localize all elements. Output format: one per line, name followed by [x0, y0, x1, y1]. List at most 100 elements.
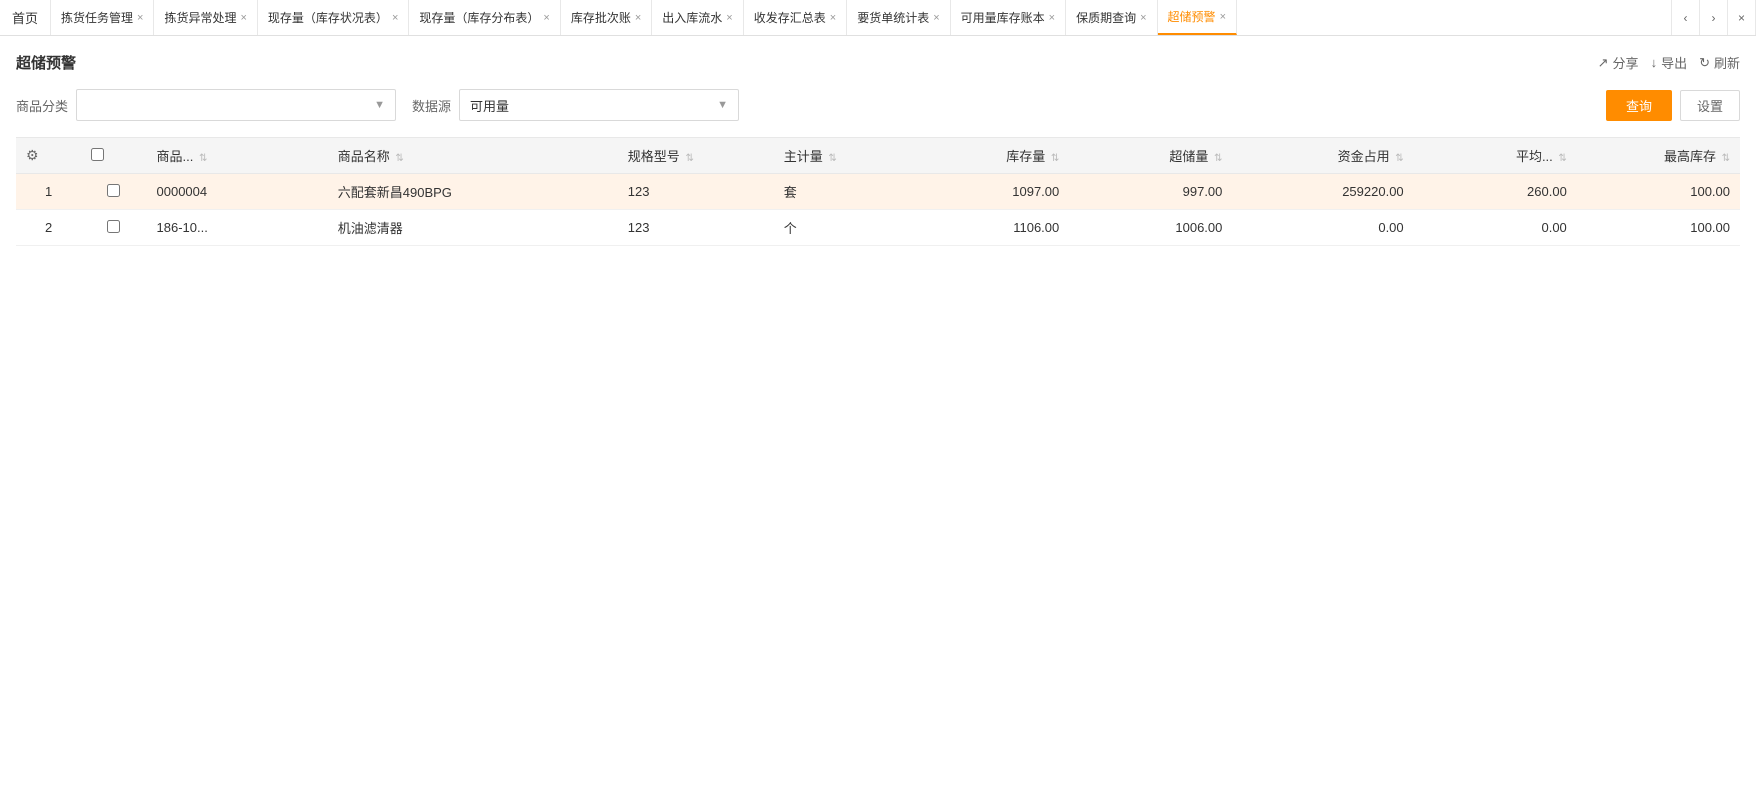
tab-label: 拣货任务管理 — [61, 9, 133, 26]
share-label: 分享 — [1613, 53, 1639, 72]
export-label: 导出 — [1661, 53, 1687, 72]
table-header-row: ⚙ 商品... ⇅ 商品名称 ⇅ 规格型号 ⇅ 主计量 — [16, 138, 1740, 174]
row-name: 机油滤清器 — [328, 210, 618, 246]
chevron-down-icon: ▼ — [374, 99, 385, 111]
col-over-label: 超储量 — [1169, 149, 1208, 164]
col-check-header — [81, 138, 146, 174]
col-avg-sort[interactable]: ⇅ — [1558, 153, 1566, 164]
row-maxstock: 100.00 — [1577, 174, 1740, 210]
col-unit-label: 主计量 — [784, 149, 823, 164]
row-over: 1006.00 — [1069, 210, 1232, 246]
close-tab-icon[interactable]: × — [543, 12, 549, 24]
data-source-select[interactable]: 可用量 ▼ — [459, 89, 739, 121]
row-avg: 0.00 — [1414, 210, 1577, 246]
nav-next-button[interactable]: › — [1700, 0, 1728, 35]
close-tab-icon[interactable]: × — [392, 12, 398, 24]
col-over-header: 超储量 ⇅ — [1069, 138, 1232, 174]
tab-label: 拣货异常处理 — [164, 9, 236, 26]
col-settings-header: ⚙ — [16, 138, 81, 174]
tab-label: 可用量库存账本 — [961, 9, 1045, 26]
col-stock-header: 库存量 ⇅ — [906, 138, 1069, 174]
tab-label: 超储预警 — [1168, 8, 1216, 25]
col-code-sort[interactable]: ⇅ — [199, 153, 207, 164]
col-capital-sort[interactable]: ⇅ — [1395, 153, 1403, 164]
tab-label: 现存量（库存状况表） — [268, 9, 388, 26]
row-code: 0000004 — [147, 174, 328, 210]
topbar-tab[interactable]: 拣货任务管理 × — [51, 0, 154, 35]
commodity-category-select[interactable]: ▼ — [76, 89, 396, 121]
data-table: ⚙ 商品... ⇅ 商品名称 ⇅ 规格型号 ⇅ 主计量 — [16, 137, 1740, 246]
topbar-tab[interactable]: 现存量（库存状况表） × — [258, 0, 409, 35]
topbar: 首页 拣货任务管理×拣货异常处理×现存量（库存状况表）×现存量（库存分布表）×库… — [0, 0, 1756, 36]
row-stock: 1106.00 — [906, 210, 1069, 246]
refresh-button[interactable]: ↻ 刷新 — [1699, 53, 1740, 72]
share-icon: ↗ — [1598, 55, 1609, 71]
col-name-label: 商品名称 — [338, 149, 390, 164]
col-spec-sort[interactable]: ⇅ — [685, 153, 693, 164]
topbar-tab[interactable]: 收发存汇总表× — [744, 0, 847, 35]
close-tab-icon[interactable]: × — [1140, 12, 1146, 24]
gear-icon[interactable]: ⚙ — [26, 147, 39, 163]
tab-label: 现存量（库存分布表） — [419, 9, 539, 26]
refresh-label: 刷新 — [1714, 53, 1740, 72]
col-code-header: 商品... ⇅ — [147, 138, 328, 174]
topbar-tab[interactable]: 拣货异常处理 × — [154, 0, 257, 35]
col-capital-label: 资金占用 — [1338, 149, 1390, 164]
col-name-sort[interactable]: ⇅ — [395, 153, 403, 164]
home-tab[interactable]: 首页 — [0, 0, 51, 35]
close-tab-icon[interactable]: × — [726, 12, 732, 24]
chevron-down-icon-2: ▼ — [717, 99, 728, 111]
table-row: 1 0000004 六配套新昌490BPG 123 套 1097.00 997.… — [16, 174, 1740, 210]
col-name-header: 商品名称 ⇅ — [328, 138, 618, 174]
topbar-tab[interactable]: 现存量（库存分布表） × — [409, 0, 560, 35]
filter-area: 商品分类 ▼ 数据源 可用量 ▼ 查询 设置 — [16, 89, 1740, 121]
close-tab-icon[interactable]: × — [635, 12, 641, 24]
col-maxstock-sort[interactable]: ⇅ — [1722, 153, 1730, 164]
share-button[interactable]: ↗ 分享 — [1598, 53, 1639, 72]
close-tab-icon[interactable]: × — [830, 12, 836, 24]
export-icon: ↓ — [1651, 55, 1658, 70]
nav-close-button[interactable]: × — [1728, 0, 1756, 35]
page-header: 超储预警 ↗ 分享 ↓ 导出 ↻ 刷新 — [16, 52, 1740, 73]
filter-buttons: 查询 设置 — [1606, 90, 1740, 121]
row-capital: 259220.00 — [1232, 174, 1413, 210]
col-unit-sort[interactable]: ⇅ — [828, 153, 836, 164]
col-over-sort[interactable]: ⇅ — [1214, 153, 1222, 164]
select-all-checkbox[interactable] — [91, 148, 104, 161]
nav-arrows: ‹ › × — [1671, 0, 1756, 35]
topbar-tab[interactable]: 可用量库存账本 × — [951, 0, 1066, 35]
col-code-label: 商品... — [157, 149, 194, 164]
row-unit: 套 — [774, 174, 906, 210]
refresh-icon: ↻ — [1699, 55, 1710, 71]
topbar-tab[interactable]: 超储预警 × — [1158, 0, 1237, 35]
main-content: 超储预警 ↗ 分享 ↓ 导出 ↻ 刷新 商品分类 ▼ 数据源 — [0, 36, 1756, 800]
col-maxstock-header: 最高库存 ⇅ — [1577, 138, 1740, 174]
col-stock-sort[interactable]: ⇅ — [1051, 153, 1059, 164]
close-tab-icon[interactable]: × — [240, 12, 246, 24]
nav-prev-button[interactable]: ‹ — [1672, 0, 1700, 35]
tab-label: 出入库流水 — [662, 9, 722, 26]
query-button[interactable]: 查询 — [1606, 90, 1672, 121]
topbar-tab[interactable]: 要货单统计表 × — [847, 0, 950, 35]
topbar-tab[interactable]: 保质期查询× — [1066, 0, 1157, 35]
close-tab-icon[interactable]: × — [1049, 12, 1055, 24]
close-tab-icon[interactable]: × — [1220, 11, 1226, 23]
page-title: 超储预警 — [16, 52, 76, 73]
col-capital-header: 资金占用 ⇅ — [1232, 138, 1413, 174]
row-checkbox-cell — [81, 210, 146, 246]
tab-label: 库存批次账 — [571, 9, 631, 26]
row-num: 1 — [16, 174, 81, 210]
row-checkbox[interactable] — [107, 220, 120, 233]
tab-label: 要货单统计表 — [857, 9, 929, 26]
topbar-tab[interactable]: 出入库流水 × — [652, 0, 743, 35]
data-source-value: 可用量 — [470, 96, 509, 115]
row-code: 186-10... — [147, 210, 328, 246]
topbar-tab[interactable]: 库存批次账 × — [561, 0, 652, 35]
close-tab-icon[interactable]: × — [933, 12, 939, 24]
row-checkbox[interactable] — [107, 184, 120, 197]
settings-button[interactable]: 设置 — [1680, 90, 1740, 121]
export-button[interactable]: ↓ 导出 — [1651, 53, 1688, 72]
table-row: 2 186-10... 机油滤清器 123 个 1106.00 1006.00 … — [16, 210, 1740, 246]
row-unit: 个 — [774, 210, 906, 246]
close-tab-icon[interactable]: × — [137, 12, 143, 24]
